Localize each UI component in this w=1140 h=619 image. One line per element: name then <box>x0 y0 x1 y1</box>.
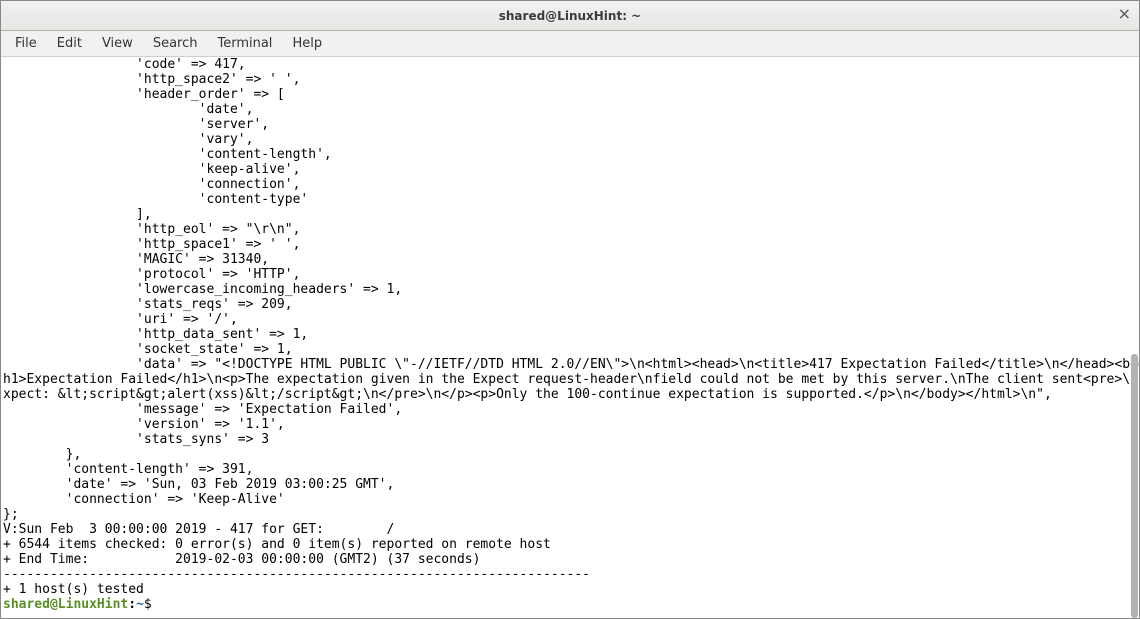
terminal-line: 'http_space1' => ' ', <box>3 237 1137 252</box>
terminal-line: xpect: &lt;script&gt;alert(xss)&lt;/scri… <box>3 387 1137 402</box>
terminal-line: h1>Expectation Failed</h1>\n<p>The expec… <box>3 372 1137 387</box>
terminal-line: 'message' => 'Expectation Failed', <box>3 402 1137 417</box>
terminal-line: ], <box>3 207 1137 222</box>
menu-search[interactable]: Search <box>143 32 208 55</box>
menu-view[interactable]: View <box>92 32 143 55</box>
terminal-line: 'date' => 'Sun, 03 Feb 2019 03:00:25 GMT… <box>3 477 1137 492</box>
terminal-line: 'data' => "<!DOCTYPE HTML PUBLIC \"-//IE… <box>3 357 1137 372</box>
terminal-line: 'protocol' => 'HTTP', <box>3 267 1137 282</box>
terminal-line: + 6544 items checked: 0 error(s) and 0 i… <box>3 537 1137 552</box>
terminal-area[interactable]: 'code' => 417, 'http_space2' => ' ', 'he… <box>1 57 1139 618</box>
terminal-line: 'header_order' => [ <box>3 87 1137 102</box>
scrollbar-thumb[interactable] <box>1131 354 1138 618</box>
terminal-line: }; <box>3 507 1137 522</box>
terminal-line: 'content-length' => 391, <box>3 462 1137 477</box>
menu-file[interactable]: File <box>5 32 47 55</box>
prompt-line[interactable]: shared@LinuxHint:~$ <box>3 597 1137 612</box>
prompt-separator: : <box>128 597 136 612</box>
terminal-line: 'code' => 417, <box>3 57 1137 72</box>
close-icon[interactable]: × <box>1118 6 1131 22</box>
terminal-line: }, <box>3 447 1137 462</box>
scrollbar-track[interactable] <box>1130 57 1138 618</box>
window-title: shared@LinuxHint: ~ <box>499 9 641 23</box>
terminal-line: 'stats_reqs' => 209, <box>3 297 1137 312</box>
scrollbar[interactable] <box>1129 57 1139 618</box>
menu-edit[interactable]: Edit <box>47 32 92 55</box>
terminal-line: ----------------------------------------… <box>3 567 1137 582</box>
terminal-line: 'http_data_sent' => 1, <box>3 327 1137 342</box>
terminal-line: 'version' => '1.1', <box>3 417 1137 432</box>
window-frame: shared@LinuxHint: ~ × File Edit View Sea… <box>0 0 1140 619</box>
prompt-path: ~ <box>136 597 144 612</box>
terminal-line: + 1 host(s) tested <box>3 582 1137 597</box>
terminal-line: 'content-type' <box>3 192 1137 207</box>
terminal-line: 'http_eol' => "\r\n", <box>3 222 1137 237</box>
menu-help[interactable]: Help <box>282 32 332 55</box>
terminal-line: 'http_space2' => ' ', <box>3 72 1137 87</box>
terminal-line: 'lowercase_incoming_headers' => 1, <box>3 282 1137 297</box>
terminal-line: 'stats_syns' => 3 <box>3 432 1137 447</box>
prompt-user-host: shared@LinuxHint <box>3 597 128 612</box>
terminal-line: 'date', <box>3 102 1137 117</box>
terminal-line: 'connection' => 'Keep-Alive' <box>3 492 1137 507</box>
terminal-line: 'socket_state' => 1, <box>3 342 1137 357</box>
terminal-line: 'keep-alive', <box>3 162 1137 177</box>
terminal-line: 'MAGIC' => 31340, <box>3 252 1137 267</box>
terminal-line: 'uri' => '/', <box>3 312 1137 327</box>
menubar: File Edit View Search Terminal Help <box>1 31 1139 57</box>
terminal-content[interactable]: 'code' => 417, 'http_space2' => ' ', 'he… <box>1 57 1139 612</box>
terminal-line: 'vary', <box>3 132 1137 147</box>
terminal-line: + End Time: 2019-02-03 00:00:00 (GMT2) (… <box>3 552 1137 567</box>
menu-terminal[interactable]: Terminal <box>207 32 282 55</box>
terminal-line: V:Sun Feb 3 00:00:00 2019 - 417 for GET:… <box>3 522 1137 537</box>
prompt-suffix: $ <box>144 597 160 612</box>
terminal-line: 'content-length', <box>3 147 1137 162</box>
titlebar[interactable]: shared@LinuxHint: ~ × <box>1 1 1139 31</box>
terminal-line: 'connection', <box>3 177 1137 192</box>
terminal-line: 'server', <box>3 117 1137 132</box>
